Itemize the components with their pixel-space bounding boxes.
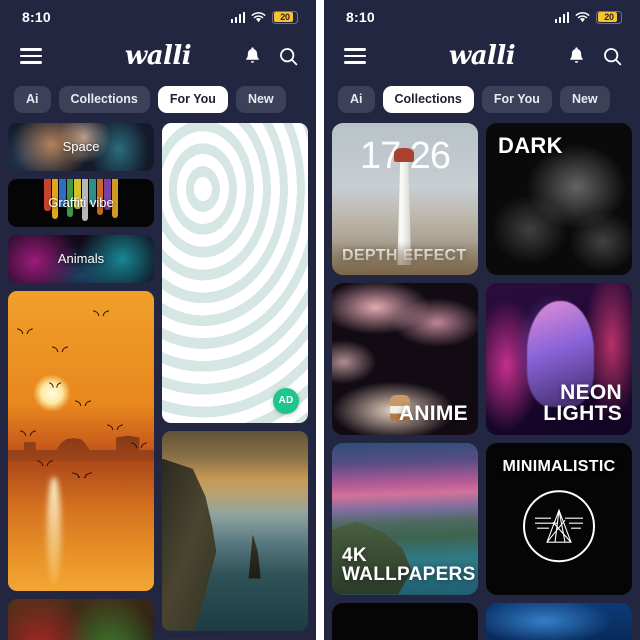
app-bar-right: walli <box>324 34 640 78</box>
status-time: 8:10 <box>22 9 51 25</box>
dual-screenshot-container: 8:10 20 walli Ai Collections For You New… <box>0 0 640 640</box>
battery-level: 20 <box>280 12 290 22</box>
phone-screen-collections: 8:10 20 walli Ai Collections For You New… <box>324 0 640 640</box>
bell-icon[interactable] <box>244 46 261 66</box>
bird-silhouette <box>51 344 68 352</box>
bird-silhouette <box>16 326 33 334</box>
bird-silhouette <box>130 440 147 448</box>
tab-for-you[interactable]: For You <box>157 86 228 113</box>
bird-silhouette <box>19 428 36 436</box>
water-reflection <box>47 476 61 585</box>
wallpaper-sunset-birds[interactable] <box>8 290 154 591</box>
category-tile-animals[interactable]: Animals <box>8 234 154 283</box>
bird-silhouette <box>92 308 109 316</box>
bird-silhouette <box>107 422 124 430</box>
phone-screen-for-you: 8:10 20 walli Ai Collections For You New… <box>0 0 316 640</box>
battery-level: 20 <box>604 12 614 22</box>
cliff-rock <box>162 458 217 631</box>
collection-title: MINIMALISTIC <box>502 457 616 475</box>
search-icon[interactable] <box>279 47 298 66</box>
tab-new[interactable]: New <box>235 86 286 113</box>
collection-partial-dark[interactable] <box>332 602 478 640</box>
bird-silhouette <box>37 458 54 466</box>
tab-collections[interactable]: Collections <box>382 86 474 113</box>
status-bar-right: 8:10 20 <box>324 0 640 34</box>
status-time: 8:10 <box>346 9 375 25</box>
tab-new[interactable]: New <box>559 86 610 113</box>
lighthouse-lamp <box>394 148 415 162</box>
wallpaper-feed: Space Graffiti vibe Animals AD <box>0 122 316 640</box>
sea-stack <box>248 534 261 579</box>
status-bar-left: 8:10 20 <box>0 0 316 34</box>
app-bar-actions <box>568 46 622 66</box>
bird-silhouette <box>75 398 92 406</box>
mountain-circle-logo <box>523 489 595 562</box>
bell-icon[interactable] <box>568 46 585 66</box>
status-icons: 20 <box>554 10 622 24</box>
category-tile-graffiti-vibe[interactable]: Graffiti vibe <box>8 178 154 227</box>
collection-depth-effect[interactable]: 17:26 DEPTH EFFECT <box>332 122 478 275</box>
battery-icon: 20 <box>596 10 622 24</box>
collection-title: NEON LIGHTS <box>543 380 622 426</box>
ad-badge[interactable]: AD <box>273 387 299 414</box>
feed-column-left: Space Graffiti vibe Animals <box>8 122 154 640</box>
tab-chips-left: Ai Collections For You New <box>0 78 316 123</box>
wifi-icon <box>251 11 266 23</box>
tab-for-you[interactable]: For You <box>481 86 552 113</box>
tab-ai[interactable]: Ai <box>14 86 51 113</box>
wifi-icon <box>575 11 590 23</box>
wallpaper-marble-swirl[interactable]: AD <box>162 122 308 423</box>
collection-title: ANIME <box>398 402 468 426</box>
signal-bars-icon <box>554 11 569 23</box>
collection-dark[interactable]: DARK <box>486 122 632 275</box>
hamburger-icon[interactable] <box>344 48 366 64</box>
wallpaper-superhero[interactable] <box>8 598 154 640</box>
collection-anime[interactable]: ANIME <box>332 282 478 435</box>
foreground-grass <box>332 241 478 275</box>
search-icon[interactable] <box>603 47 622 66</box>
signal-bars-icon <box>230 11 245 23</box>
app-bar-actions <box>244 46 298 66</box>
category-tile-space[interactable]: Space <box>8 122 154 171</box>
tab-ai[interactable]: Ai <box>338 86 375 113</box>
collection-minimalistic[interactable]: MINIMALISTIC <box>486 442 632 595</box>
feed-column-right: AD <box>162 122 308 640</box>
category-label: Space <box>62 139 100 154</box>
collection-partial-blue[interactable] <box>486 602 632 640</box>
hamburger-icon[interactable] <box>20 48 42 64</box>
bird-silhouette <box>72 470 93 478</box>
wallpaper-cliffs-ocean[interactable] <box>162 430 308 631</box>
collection-title: DARK <box>498 132 563 158</box>
status-icons: 20 <box>230 10 298 24</box>
tab-chips-right: Ai Collections For You New <box>324 78 640 123</box>
collection-neon-lights[interactable]: NEON LIGHTS <box>486 282 632 435</box>
collection-title: 4K WALLPAPERS <box>342 544 476 586</box>
collection-4k-wallpapers[interactable]: 4K WALLPAPERS <box>332 442 478 595</box>
app-bar-left: walli <box>0 34 316 78</box>
battery-icon: 20 <box>272 10 298 24</box>
bird-silhouette <box>48 380 61 388</box>
category-label: Graffiti vibe <box>48 195 114 210</box>
collections-grid: 17:26 DEPTH EFFECT DARK ANIME NEON LIGHT… <box>324 122 640 640</box>
category-label: Animals <box>57 251 105 266</box>
tab-collections[interactable]: Collections <box>58 86 150 113</box>
